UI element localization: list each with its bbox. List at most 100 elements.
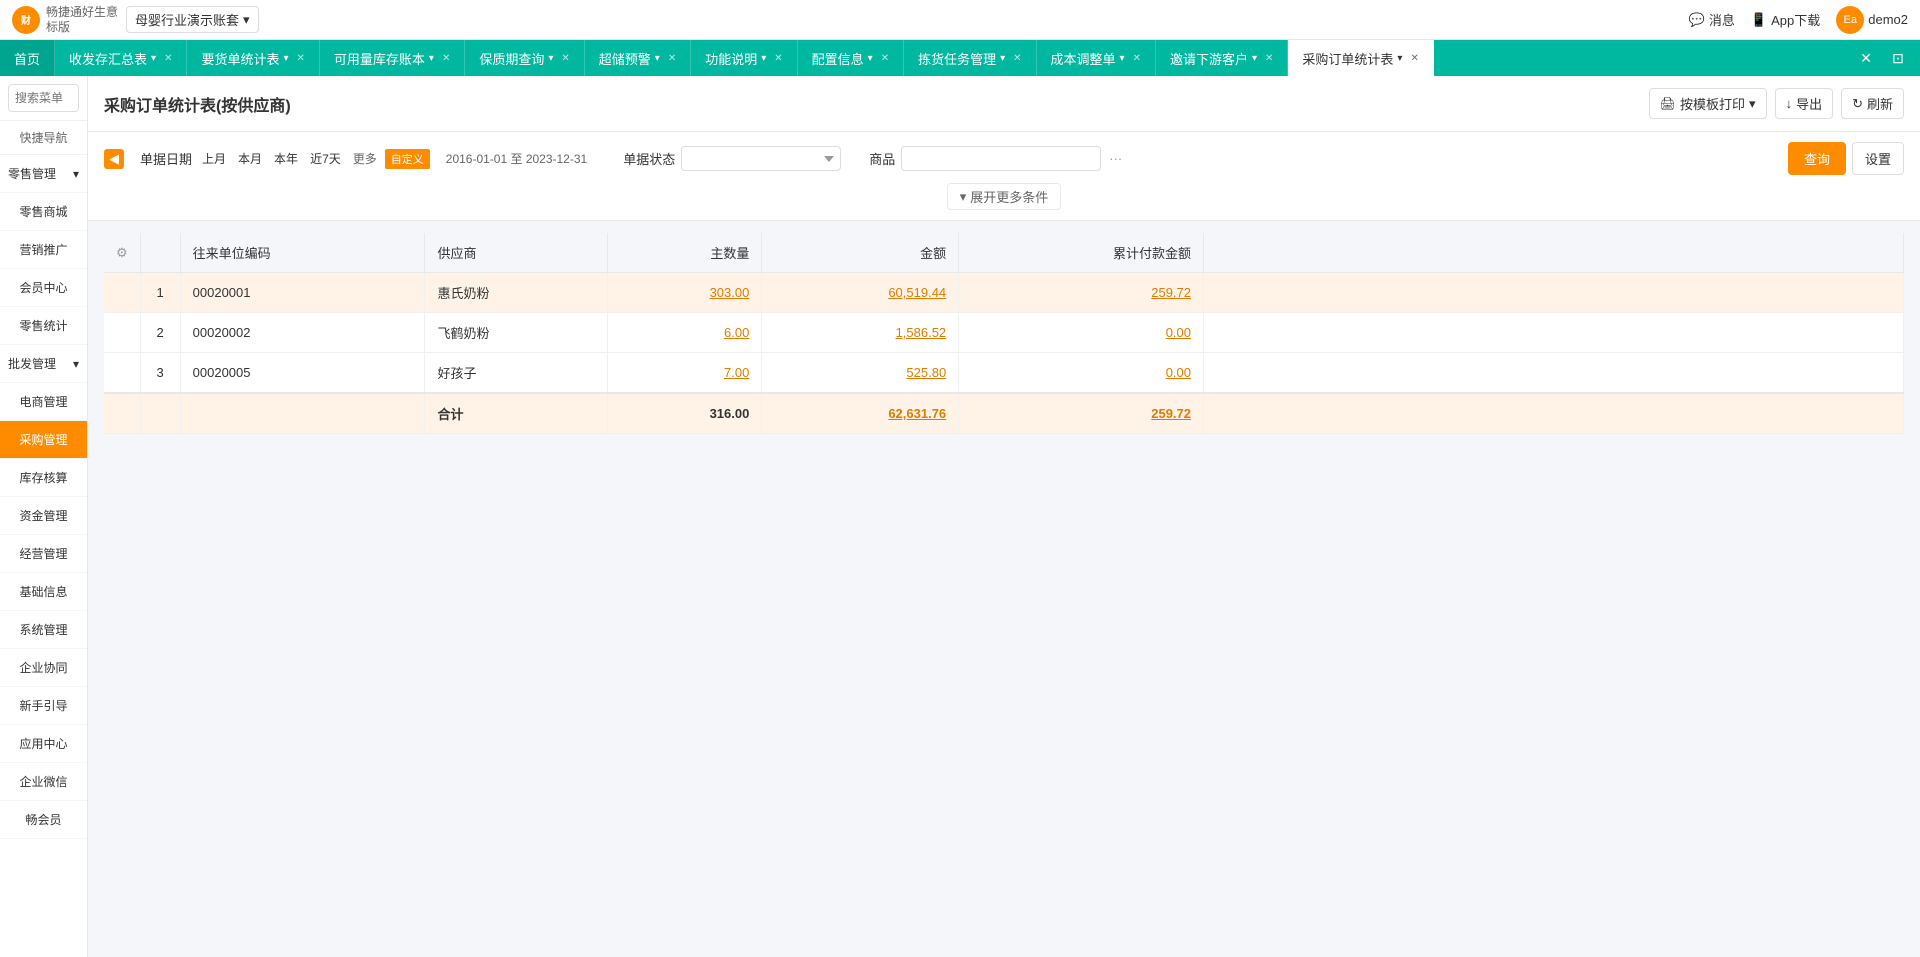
sidebar-item-purchase[interactable]: 采购管理 — [0, 421, 87, 459]
chevron-down-icon: ▾ — [73, 167, 79, 181]
close-icon[interactable]: ✕ — [881, 53, 889, 64]
tab-home[interactable]: 首页 — [0, 40, 55, 76]
close-icon[interactable]: ✕ — [668, 53, 676, 64]
nav-maximize-btn[interactable]: ⊡ — [1884, 44, 1912, 72]
date-custom-badge[interactable]: 自定义 — [385, 149, 430, 169]
expand-more-button[interactable]: ▾ 展开更多条件 — [947, 183, 1062, 210]
more-icon[interactable]: ··· — [1109, 151, 1122, 166]
sidebar-item-retail-manage[interactable]: 零售管理 ▾ — [0, 155, 87, 193]
sidebar-item-label: 新手引导 — [19, 697, 67, 714]
sidebar-item-label: 库存核算 — [19, 469, 67, 486]
tab-order-stat[interactable]: 要货单统计表 ▾ ✕ — [187, 40, 319, 76]
sidebar-item-wholesale[interactable]: 批发管理 ▾ — [0, 345, 87, 383]
user-action[interactable]: Ea demo2 — [1836, 6, 1908, 34]
footer-label: 合计 — [425, 393, 608, 434]
sidebar-item-member[interactable]: 畅会员 — [0, 801, 87, 839]
tab-available-stock[interactable]: 可用量库存账本 ▾ ✕ — [320, 40, 465, 76]
row-vendor-code-cell: 00020002 — [180, 313, 425, 353]
sidebar-item-ecommerce[interactable]: 电商管理 — [0, 383, 87, 421]
search-button[interactable]: 查询 — [1788, 142, 1846, 175]
amount-column-header: 金额 — [762, 233, 959, 273]
collect-tab-label: 收发存汇总表 — [69, 49, 147, 68]
row-settings-cell — [104, 353, 140, 394]
close-icon[interactable]: ✕ — [164, 53, 172, 64]
nav-close-btn[interactable]: ✕ — [1852, 44, 1880, 72]
sidebar-item-operation[interactable]: 经营管理 — [0, 535, 87, 573]
date-shortcuts: 上月 本月 本年 近7天 更多 自定义 — [198, 148, 430, 169]
template-print-button[interactable]: 🖨 按模板打印 ▾ — [1649, 88, 1767, 119]
date-shortcut-this-month[interactable]: 本月 — [234, 148, 266, 169]
tab-cost-adjust[interactable]: 成本调整单 ▾ ✕ — [1037, 40, 1156, 76]
table-area: ⚙ 往来单位编码 供应商 主数量 金额 累计付款金额 1 00020001 — [88, 221, 1920, 957]
sidebar: 快捷导航 零售管理 ▾ 零售商城 营销推广 会员中心 零售统计 批发管理 ▾ 电… — [0, 76, 88, 957]
sidebar-item-label: 批发管理 — [8, 355, 56, 372]
sidebar-item-basic-info[interactable]: 基础信息 — [0, 573, 87, 611]
close-icon[interactable]: ✕ — [1265, 53, 1273, 64]
tab-config[interactable]: 配置信息 ▾ ✕ — [798, 40, 904, 76]
status-select[interactable] — [681, 146, 841, 171]
refresh-button[interactable]: ↻ 刷新 — [1841, 88, 1904, 119]
top-bar: 财 畅捷通好生意 标版 母婴行业演示账套 ▾ 💬 消息 📱 App下载 Ea d… — [0, 0, 1920, 40]
sidebar-item-label: 零售统计 — [19, 317, 67, 334]
close-icon[interactable]: ✕ — [297, 53, 305, 64]
filter-collapse-btn[interactable]: ◀ — [104, 149, 124, 169]
row-quantity-cell[interactable]: 7.00 — [608, 353, 762, 394]
quantity-column-header: 主数量 — [608, 233, 762, 273]
footer-amount: 62,631.76 — [762, 393, 959, 434]
date-shortcut-more[interactable]: 更多 — [349, 148, 381, 169]
message-action[interactable]: 💬 消息 — [1689, 10, 1735, 29]
workspace-selector[interactable]: 母婴行业演示账套 ▾ — [126, 6, 259, 33]
tab-pick-task[interactable]: 拣货任务管理 ▾ ✕ — [904, 40, 1036, 76]
tab-overstock[interactable]: 超储预警 ▾ ✕ — [585, 40, 691, 76]
export-button[interactable]: ↓ 导出 — [1775, 88, 1834, 119]
date-shortcut-7days[interactable]: 近7天 — [306, 148, 345, 169]
close-icon[interactable]: ✕ — [1410, 53, 1418, 64]
sidebar-item-app-center[interactable]: 应用中心 — [0, 725, 87, 763]
tab-function-desc[interactable]: 功能说明 ▾ ✕ — [691, 40, 797, 76]
sidebar-item-retail-stat[interactable]: 零售统计 — [0, 307, 87, 345]
date-shortcut-last-month[interactable]: 上月 — [198, 148, 230, 169]
sidebar-item-inventory[interactable]: 库存核算 — [0, 459, 87, 497]
row-paid-cell[interactable]: 259.72 — [959, 273, 1204, 313]
sidebar-item-marketing[interactable]: 营销推广 — [0, 231, 87, 269]
chevron-down-icon: ▾ — [1000, 53, 1005, 64]
product-input[interactable] — [901, 146, 1101, 171]
settings-icon[interactable]: ⚙ — [116, 245, 128, 260]
sidebar-item-finance[interactable]: 资金管理 — [0, 497, 87, 535]
sidebar-item-retail-mall[interactable]: 零售商城 — [0, 193, 87, 231]
close-icon[interactable]: ✕ — [561, 53, 569, 64]
search-input[interactable] — [8, 84, 79, 112]
tab-warranty[interactable]: 保质期查询 ▾ ✕ — [465, 40, 584, 76]
close-icon[interactable]: ✕ — [1013, 53, 1021, 64]
sidebar-item-wechat[interactable]: 企业微信 — [0, 763, 87, 801]
tab-invite[interactable]: 邀请下游客户 ▾ ✕ — [1156, 40, 1288, 76]
date-shortcut-this-year[interactable]: 本年 — [270, 148, 302, 169]
row-amount-cell[interactable]: 525.80 — [762, 353, 959, 394]
print-icon: 🖨 — [1660, 96, 1677, 112]
row-quantity-cell[interactable]: 303.00 — [608, 273, 762, 313]
row-paid-cell[interactable]: 0.00 — [959, 313, 1204, 353]
row-amount-cell[interactable]: 1,586.52 — [762, 313, 959, 353]
sidebar-item-label: 零售管理 — [8, 165, 56, 182]
app-download-action[interactable]: 📱 App下载 — [1751, 10, 1820, 29]
row-quantity-cell[interactable]: 6.00 — [608, 313, 762, 353]
sidebar-item-label: 采购管理 — [19, 431, 67, 448]
chevron-down-icon: ▾ — [1252, 53, 1257, 64]
sidebar-item-new-guide[interactable]: 新手引导 — [0, 687, 87, 725]
sidebar-item-enterprise[interactable]: 企业协同 — [0, 649, 87, 687]
sidebar-item-member-center[interactable]: 会员中心 — [0, 269, 87, 307]
sidebar-item-system[interactable]: 系统管理 — [0, 611, 87, 649]
sidebar-item-label: 系统管理 — [19, 621, 67, 638]
close-icon[interactable]: ✕ — [774, 53, 782, 64]
settings-button[interactable]: 设置 — [1852, 142, 1904, 175]
chevron-down-icon: ▾ — [1749, 96, 1756, 112]
close-icon[interactable]: ✕ — [442, 53, 450, 64]
table-footer-row: 合计 316.00 62,631.76 259.72 — [104, 393, 1904, 434]
tab-purchase-stat[interactable]: 采购订单统计表 ▾ ✕ — [1288, 40, 1433, 76]
row-index-cell: 3 — [140, 353, 180, 394]
tab-collect[interactable]: 收发存汇总表 ▾ ✕ — [55, 40, 187, 76]
chevron-down-icon: ▾ — [283, 53, 288, 64]
close-icon[interactable]: ✕ — [1133, 53, 1141, 64]
row-paid-cell[interactable]: 0.00 — [959, 353, 1204, 394]
row-amount-cell[interactable]: 60,519.44 — [762, 273, 959, 313]
